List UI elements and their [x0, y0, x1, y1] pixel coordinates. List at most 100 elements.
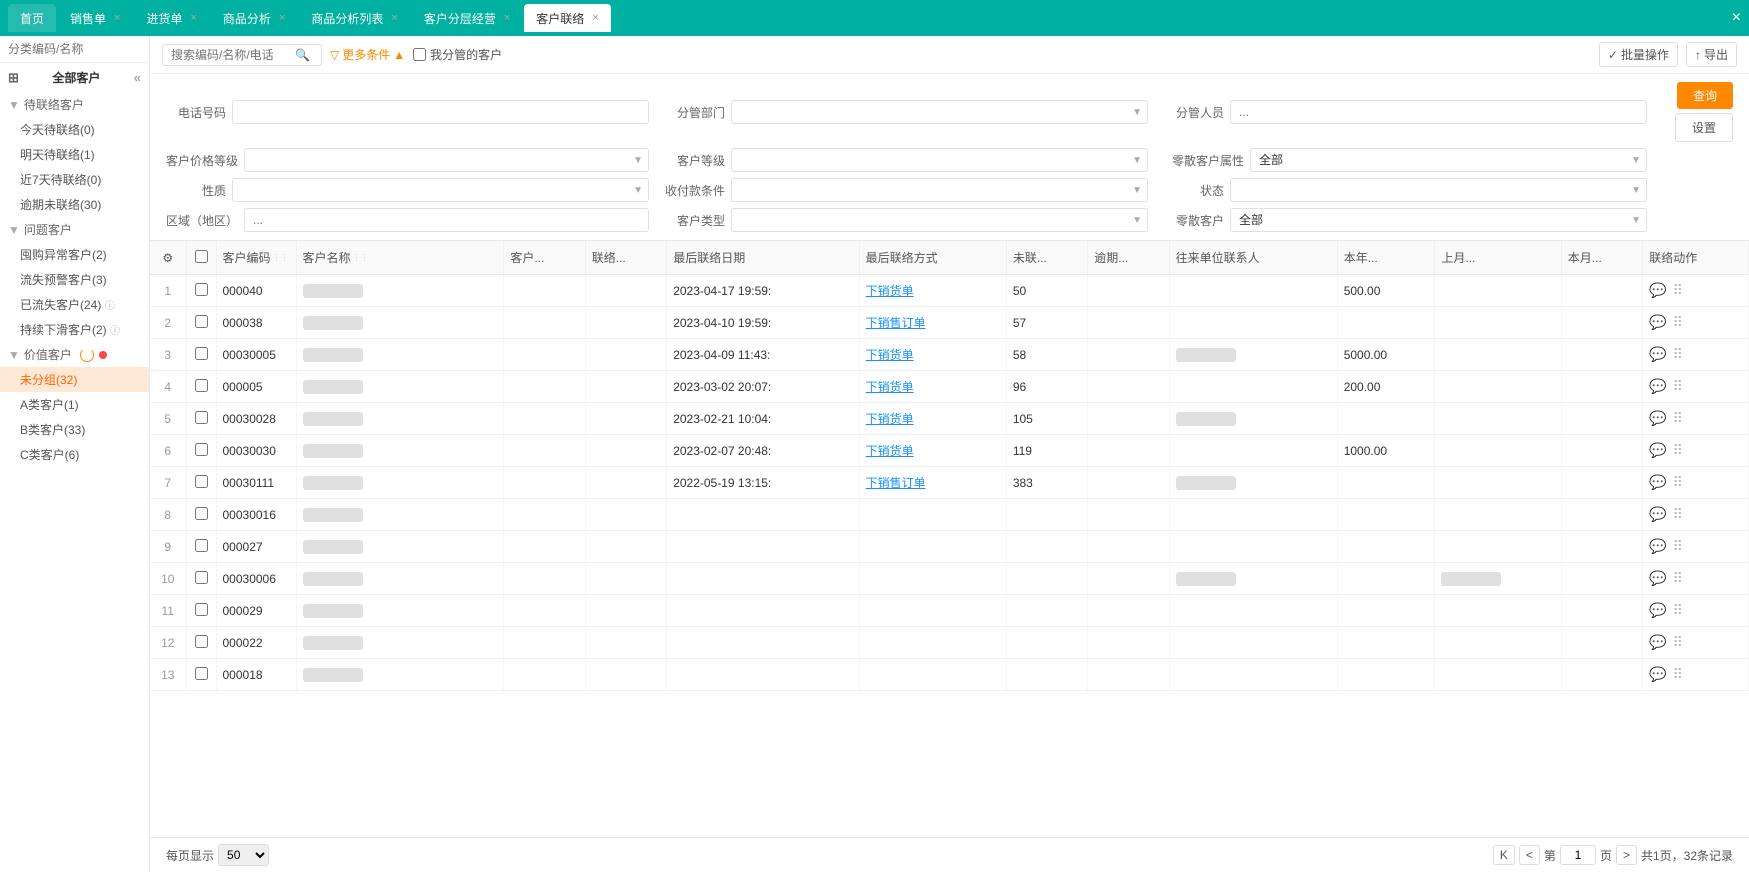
search-input[interactable]	[171, 48, 291, 62]
region-input[interactable]	[244, 208, 649, 232]
last-method-link[interactable]: 下销货单	[866, 348, 914, 362]
last-method-link[interactable]: 下销货单	[866, 412, 914, 426]
tab-purchase[interactable]: 进货单 ×	[134, 4, 208, 32]
next-page-button[interactable]: >	[1616, 845, 1637, 865]
message-icon[interactable]: 💬	[1649, 570, 1666, 587]
message-icon[interactable]: 💬	[1649, 474, 1666, 491]
last-method-link[interactable]: 下销货单	[866, 284, 914, 298]
more-actions-icon[interactable]: ⠿	[1673, 602, 1683, 619]
message-icon[interactable]: 💬	[1649, 602, 1666, 619]
batch-ops-button[interactable]: ✓ 批量操作	[1599, 42, 1678, 67]
sidebar-item-churned[interactable]: 已流失客户(24) ⓘ	[0, 292, 149, 317]
message-icon[interactable]: 💬	[1649, 314, 1666, 331]
nature-select[interactable]	[232, 178, 649, 202]
row-checkbox[interactable]	[195, 283, 208, 296]
more-actions-icon[interactable]: ⠿	[1673, 378, 1683, 395]
sidebar-item-class-b[interactable]: B类客户(33)	[0, 417, 149, 442]
close-all-button[interactable]: ×	[1732, 9, 1741, 27]
customer-level-select[interactable]	[731, 148, 1148, 172]
sidebar-item-class-a[interactable]: A类客户(1)	[0, 392, 149, 417]
row-checkbox[interactable]	[195, 507, 208, 520]
message-icon[interactable]: 💬	[1649, 346, 1666, 363]
sidebar-item-today-pending[interactable]: 今天待联络(0)	[0, 117, 149, 142]
page-number-input[interactable]	[1560, 845, 1596, 865]
sidebar-item-tomorrow-pending[interactable]: 明天待联络(1)	[0, 142, 149, 167]
more-actions-icon[interactable]: ⠿	[1673, 282, 1683, 299]
more-actions-icon[interactable]: ⠿	[1673, 666, 1683, 683]
reset-button[interactable]: 设置	[1675, 113, 1733, 142]
more-actions-icon[interactable]: ⠿	[1673, 442, 1683, 459]
retail-attr-select[interactable]: 全部	[1250, 148, 1647, 172]
row-checkbox[interactable]	[195, 475, 208, 488]
tab-home[interactable]: 首页	[8, 4, 56, 32]
message-icon[interactable]: 💬	[1649, 378, 1666, 395]
row-checkbox[interactable]	[195, 539, 208, 552]
price-level-select[interactable]	[244, 148, 649, 172]
tab-purchase-close[interactable]: ×	[190, 12, 196, 24]
sidebar-item-churn-warning[interactable]: 流失预警客户(3)	[0, 267, 149, 292]
tab-sales[interactable]: 销售单 ×	[58, 4, 132, 32]
tab-sales-close[interactable]: ×	[114, 12, 120, 24]
all-customers-header[interactable]: ⊞ 全部客户 «	[0, 63, 149, 92]
more-filters-button[interactable]: ▽ 更多条件 ▲	[330, 46, 405, 63]
col-settings[interactable]: ⚙	[150, 241, 186, 275]
message-icon[interactable]: 💬	[1649, 442, 1666, 459]
row-checkbox[interactable]	[195, 379, 208, 392]
prev-page-button[interactable]: <	[1519, 845, 1540, 865]
message-icon[interactable]: 💬	[1649, 634, 1666, 651]
message-icon[interactable]: 💬	[1649, 282, 1666, 299]
row-checkbox[interactable]	[195, 315, 208, 328]
sidebar-item-7days-pending[interactable]: 近7天待联络(0)	[0, 167, 149, 192]
more-actions-icon[interactable]: ⠿	[1673, 314, 1683, 331]
more-actions-icon[interactable]: ⠿	[1673, 570, 1683, 587]
last-method-link[interactable]: 下销货单	[866, 380, 914, 394]
select-all-checkbox[interactable]	[195, 250, 208, 263]
message-icon[interactable]: 💬	[1649, 506, 1666, 523]
tab-customer-contact[interactable]: 客户联络 ×	[524, 4, 610, 32]
search-icon[interactable]: 🔍	[295, 48, 310, 62]
row-checkbox[interactable]	[195, 411, 208, 424]
sidebar-item-declining[interactable]: 持续下滑客户(2) ⓘ	[0, 317, 149, 342]
manager-input[interactable]	[1230, 100, 1647, 124]
row-checkbox[interactable]	[195, 603, 208, 616]
tab-goods-analysis[interactable]: 商品分析 ×	[211, 4, 297, 32]
payment-select[interactable]	[731, 178, 1148, 202]
last-method-link[interactable]: 下销售订单	[866, 316, 926, 330]
sidebar-group-problem[interactable]: ▼ 问题客户	[0, 217, 149, 242]
refresh-badge[interactable]	[80, 347, 107, 362]
row-checkbox[interactable]	[195, 635, 208, 648]
export-button[interactable]: ↑ 导出	[1686, 42, 1737, 67]
row-checkbox[interactable]	[195, 571, 208, 584]
customer-type-select[interactable]	[731, 208, 1148, 232]
more-actions-icon[interactable]: ⠿	[1673, 506, 1683, 523]
more-actions-icon[interactable]: ⠿	[1673, 410, 1683, 427]
message-icon[interactable]: 💬	[1649, 538, 1666, 555]
more-actions-icon[interactable]: ⠿	[1673, 634, 1683, 651]
sidebar-search-input[interactable]	[8, 42, 150, 56]
row-checkbox[interactable]	[195, 443, 208, 456]
sidebar-group-pending[interactable]: ▼ 待联络客户	[0, 92, 149, 117]
sidebar-item-class-c[interactable]: C类客户(6)	[0, 442, 149, 467]
sort-icon2[interactable]: ⋮⋮	[353, 253, 369, 262]
row-checkbox[interactable]	[195, 667, 208, 680]
message-icon[interactable]: 💬	[1649, 666, 1666, 683]
tab-customer-contact-close[interactable]: ×	[592, 12, 598, 24]
row-checkbox[interactable]	[195, 347, 208, 360]
tab-goods-analysis-list-close[interactable]: ×	[391, 12, 397, 24]
status-select[interactable]	[1230, 178, 1647, 202]
sidebar-item-overdue-pending[interactable]: 逾期未联络(30)	[0, 192, 149, 217]
more-actions-icon[interactable]: ⠿	[1673, 474, 1683, 491]
first-page-button[interactable]: K	[1493, 845, 1515, 865]
sort-icon[interactable]: ⋮⋮	[273, 253, 289, 262]
last-method-link[interactable]: 下销售订单	[866, 476, 926, 490]
tab-customer-segment[interactable]: 客户分层经营 ×	[412, 4, 522, 32]
retail-customer-select[interactable]: 全部	[1230, 208, 1647, 232]
tab-goods-analysis-list[interactable]: 商品分析列表 ×	[299, 4, 409, 32]
query-button[interactable]: 查询	[1677, 82, 1733, 109]
phone-input[interactable]	[232, 100, 649, 124]
message-icon[interactable]: 💬	[1649, 410, 1666, 427]
tab-goods-analysis-close[interactable]: ×	[279, 12, 285, 24]
page-size-select[interactable]: 50 100 200	[218, 844, 269, 866]
last-method-link[interactable]: 下销货单	[866, 444, 914, 458]
collapse-icon[interactable]: «	[134, 70, 141, 85]
